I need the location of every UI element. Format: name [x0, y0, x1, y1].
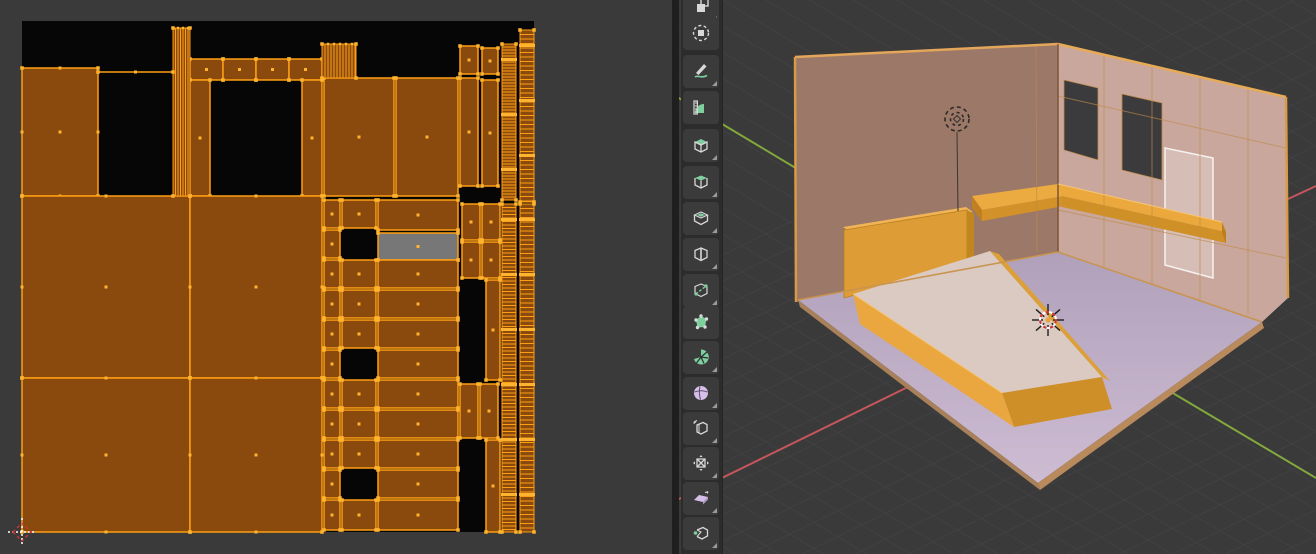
viewport-toolbar — [681, 0, 723, 554]
shear-tool-icon — [691, 488, 711, 508]
subtool-corner-icon — [712, 300, 717, 305]
window-right[interactable] — [1122, 94, 1162, 180]
shrink-fatten-tool-icon — [691, 453, 711, 473]
annotate-tool[interactable] — [683, 55, 719, 88]
transform-tool-icon — [691, 23, 711, 43]
uv-canvas[interactable] — [0, 0, 672, 554]
add-cube-tool-icon — [691, 135, 711, 155]
edge-slide-tool[interactable] — [683, 412, 719, 445]
subtool-corner-icon — [712, 403, 717, 408]
knife-tool-icon — [691, 280, 711, 300]
subtool-corner-icon — [712, 367, 717, 372]
subtool-corner-icon — [712, 473, 717, 478]
measure-tool-icon — [691, 97, 711, 117]
scale-tool-icon — [691, 0, 711, 16]
measure-tool[interactable] — [683, 91, 719, 124]
smooth-tool-icon — [691, 383, 711, 403]
shear-tool[interactable] — [683, 482, 719, 515]
smooth-tool[interactable] — [683, 377, 719, 410]
subtool-corner-icon — [712, 155, 717, 160]
inset-faces-tool-icon — [691, 208, 711, 228]
subtool-corner-icon — [712, 508, 717, 513]
add-cube-tool[interactable] — [683, 129, 719, 162]
loop-cut-tool[interactable] — [683, 238, 719, 271]
annotate-tool-icon — [691, 61, 711, 81]
extrude-region-tool[interactable] — [683, 166, 719, 199]
uv-editor-panel[interactable] — [0, 0, 672, 554]
edge-slide-tool-icon — [691, 418, 711, 438]
inset-faces-tool[interactable] — [683, 202, 719, 235]
window-left[interactable] — [1064, 80, 1098, 160]
subtool-corner-icon — [712, 543, 717, 548]
subtool-corner-icon — [712, 264, 717, 269]
spin-tool-icon — [691, 347, 711, 367]
3d-viewport[interactable] — [679, 0, 1316, 554]
loop-cut-tool-icon — [691, 244, 711, 264]
transform-tool[interactable] — [683, 17, 719, 50]
rip-region-tool-icon — [691, 523, 711, 543]
extrude-region-tool-icon — [691, 172, 711, 192]
editor-divider[interactable] — [672, 0, 679, 554]
wall-trim — [795, 57, 796, 302]
spin-tool[interactable] — [683, 341, 719, 374]
rip-region-tool[interactable] — [683, 517, 719, 550]
subtool-corner-icon — [712, 228, 717, 233]
subtool-corner-icon — [712, 438, 717, 443]
subtool-corner-icon — [712, 192, 717, 197]
poly-build-tool-icon — [691, 312, 711, 332]
subtool-corner-icon — [712, 81, 717, 86]
3d-scene — [679, 0, 1316, 554]
knife-tool[interactable] — [683, 274, 719, 307]
poly-build-tool[interactable] — [683, 306, 719, 339]
blender-window — [0, 0, 1316, 554]
shrink-fatten-tool[interactable] — [683, 447, 719, 480]
